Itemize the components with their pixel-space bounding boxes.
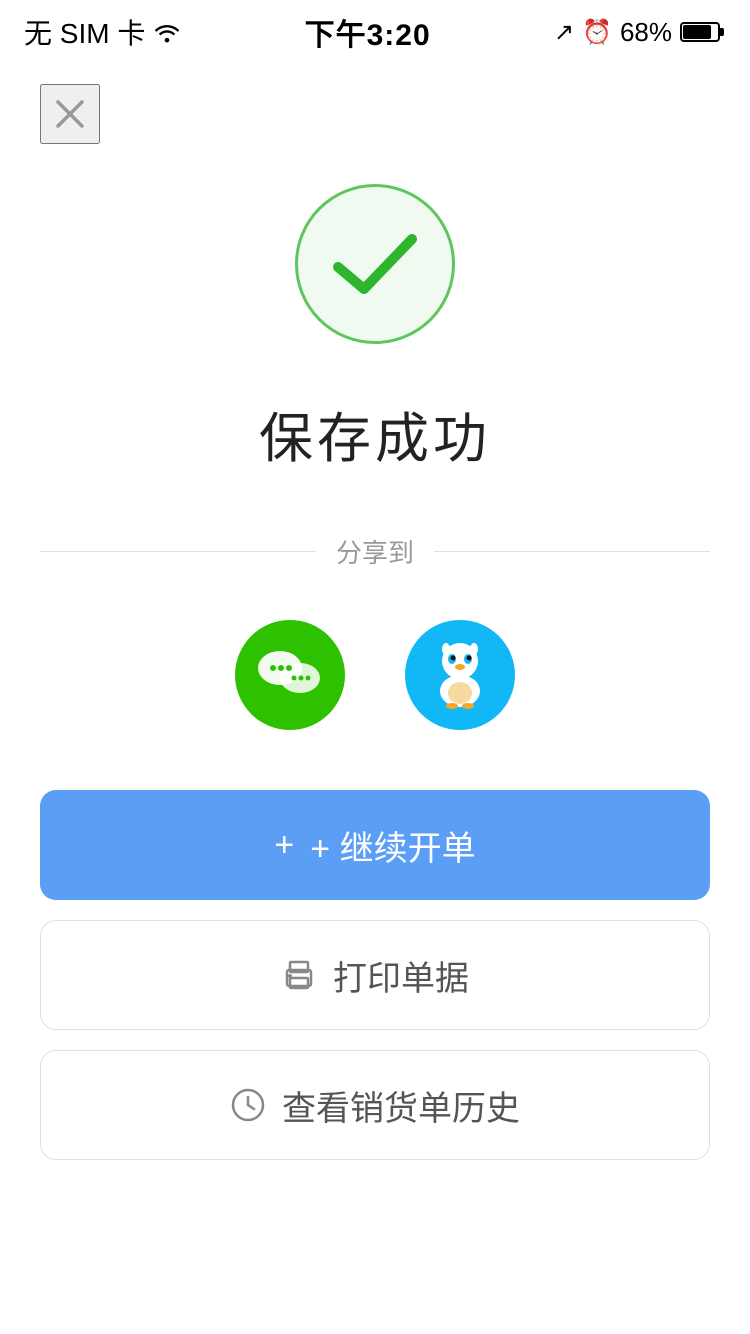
- continue-label: + 继续开单: [310, 821, 475, 870]
- status-carrier: 无 SIM 卡: [24, 12, 181, 52]
- wifi-icon: [153, 21, 181, 43]
- success-title: 保存成功: [259, 394, 491, 473]
- status-time: 下午3:20: [305, 10, 431, 54]
- wechat-share-button[interactable]: [235, 620, 345, 730]
- location-icon: ↗: [554, 18, 574, 47]
- checkmark-icon: [330, 229, 420, 299]
- share-icons: [40, 620, 710, 730]
- close-icon: [50, 94, 90, 134]
- history-label: 查看销货单历史: [282, 1081, 520, 1130]
- action-buttons: + + 继续开单 打印单据 查看销货单历史: [40, 790, 710, 1160]
- status-bar: 无 SIM 卡 下午3:20 ↗ ⏰ 68%: [0, 0, 750, 64]
- history-button[interactable]: 查看销货单历史: [40, 1050, 710, 1160]
- qq-share-button[interactable]: [405, 620, 515, 730]
- qq-icon: [428, 639, 492, 711]
- divider-right: [434, 551, 710, 552]
- main-content: 保存成功 分享到: [0, 64, 750, 1334]
- battery-icon: [680, 20, 726, 44]
- divider-left: [40, 551, 316, 552]
- share-section: 分享到: [40, 533, 710, 730]
- share-label: 分享到: [336, 533, 414, 570]
- wechat-icon: [256, 646, 324, 704]
- print-icon: [281, 958, 317, 992]
- status-right-area: ↗ ⏰ 68%: [554, 17, 726, 48]
- print-button[interactable]: 打印单据: [40, 920, 710, 1030]
- print-label: 打印单据: [333, 951, 469, 1000]
- success-circle: [295, 184, 455, 344]
- close-button[interactable]: [40, 84, 100, 144]
- battery-text: 68%: [620, 17, 672, 48]
- history-icon: [230, 1087, 266, 1123]
- share-divider: 分享到: [40, 533, 710, 570]
- plus-icon: +: [274, 826, 294, 865]
- continue-button[interactable]: + + 继续开单: [40, 790, 710, 900]
- alarm-icon: ⏰: [582, 18, 612, 47]
- carrier-text: 无 SIM 卡: [24, 12, 145, 52]
